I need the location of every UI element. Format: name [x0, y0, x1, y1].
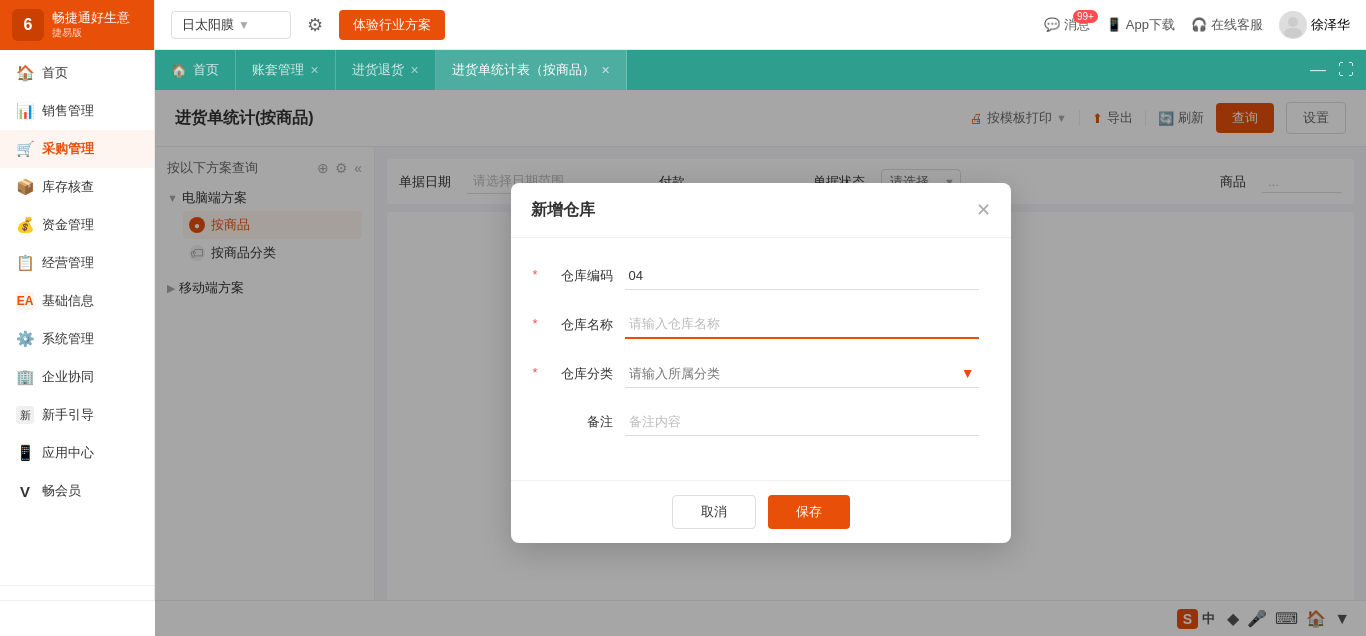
app-logo-text: 畅捷通好生意 捷易版 — [52, 10, 130, 40]
user-info[interactable]: 徐泽华 — [1279, 11, 1350, 39]
sidebar-nav: 🏠 首页 📊 销售管理 🛒 采购管理 📦 库存核查 💰 资金管理 📋 经营管理 … — [0, 50, 154, 585]
app-download-button[interactable]: 📱 App下载 — [1106, 16, 1175, 34]
modal-title: 新增仓库 — [531, 200, 595, 221]
sidebar-item-home[interactable]: 🏠 首页 — [0, 54, 154, 92]
sidebar-item-member[interactable]: V 畅会员 — [0, 472, 154, 510]
name-input[interactable] — [625, 310, 979, 339]
code-label: 仓库编码 — [543, 267, 613, 285]
tab-purchase-return-close-icon[interactable]: ✕ — [410, 64, 419, 77]
system-icon: ⚙️ — [16, 330, 34, 348]
guide-icon: 新 — [16, 406, 34, 424]
code-input[interactable] — [625, 262, 979, 290]
remark-label: 备注 — [543, 413, 613, 431]
gear-button[interactable]: ⚙ — [303, 10, 327, 40]
mobile-icon: 📱 — [1106, 17, 1122, 32]
sidebar-item-sales[interactable]: 📊 销售管理 — [0, 92, 154, 130]
tab-minimize-btn[interactable]: — — [1306, 57, 1330, 83]
topbar: 日太阳膜 ▼ ⚙ 体验行业方案 💬 消息 99+ 📱 App下载 🎧 在线客服 — [155, 0, 1366, 50]
tab-account-close-icon[interactable]: ✕ — [310, 64, 319, 77]
topbar-right: 💬 消息 99+ 📱 App下载 🎧 在线客服 徐泽华 — [1044, 11, 1350, 39]
category-dropdown-icon: ▼ — [961, 365, 975, 381]
modal-close-button[interactable]: ✕ — [976, 199, 991, 221]
sidebar-item-purchase[interactable]: 🛒 采购管理 — [0, 130, 154, 168]
category-input[interactable] — [629, 366, 961, 381]
modal-new-warehouse: 新增仓库 ✕ 仓库编码 仓库名称 仓库分类 — [511, 183, 1011, 543]
content-area: 进货单统计(按商品) 🖨 按模板打印 ▼ ⬆ 导出 🔄 刷新 查询 — [155, 90, 1366, 636]
store-selector[interactable]: 日太阳膜 ▼ — [171, 11, 291, 39]
sidebar-item-guide[interactable]: 新 新手引导 — [0, 396, 154, 434]
form-row-code: 仓库编码 — [543, 262, 979, 290]
category-label: 仓库分类 — [543, 365, 613, 383]
member-icon: V — [16, 482, 34, 500]
svg-point-1 — [1284, 28, 1302, 38]
tab-purchase-stat-close-icon[interactable]: ✕ — [601, 64, 610, 77]
tab-purchase-return[interactable]: 进货退货 ✕ — [336, 50, 436, 90]
message-button[interactable]: 💬 消息 99+ — [1044, 16, 1090, 34]
sales-icon: 📊 — [16, 102, 34, 120]
message-icon: 💬 — [1044, 17, 1060, 32]
sidebar-logo: 6 畅捷通好生意 捷易版 — [0, 0, 154, 50]
tabbar: 🏠 首页 账套管理 ✕ 进货退货 ✕ 进货单统计表（按商品） ✕ — ⛶ — [155, 50, 1366, 90]
tab-home[interactable]: 🏠 首页 — [155, 50, 236, 90]
purchase-icon: 🛒 — [16, 140, 34, 158]
sidebar: 6 畅捷通好生意 捷易版 🏠 首页 📊 销售管理 🛒 采购管理 📦 库存核查 💰… — [0, 0, 155, 636]
tab-account[interactable]: 账套管理 ✕ — [236, 50, 336, 90]
sidebar-item-enterprise[interactable]: 🏢 企业协同 — [0, 358, 154, 396]
enterprise-icon: 🏢 — [16, 368, 34, 386]
sidebar-item-apps[interactable]: 📱 应用中心 — [0, 434, 154, 472]
sidebar-item-operation[interactable]: 📋 经营管理 — [0, 244, 154, 282]
form-row-remark: 备注 — [543, 408, 979, 436]
form-row-category: 仓库分类 ▼ — [543, 359, 979, 388]
home-icon: 🏠 — [16, 64, 34, 82]
tab-maximize-btn[interactable]: ⛶ — [1334, 57, 1358, 83]
app-logo-icon: 6 — [12, 9, 44, 41]
sidebar-item-system[interactable]: ⚙️ 系统管理 — [0, 320, 154, 358]
modal-body: 仓库编码 仓库名称 仓库分类 ▼ — [511, 238, 1011, 480]
tab-purchase-stat[interactable]: 进货单统计表（按商品） ✕ — [436, 50, 627, 90]
modal-footer: 取消 保存 — [511, 480, 1011, 543]
sidebar-item-inventory[interactable]: 📦 库存核查 — [0, 168, 154, 206]
sidebar-item-finance[interactable]: 💰 资金管理 — [0, 206, 154, 244]
online-service-button[interactable]: 🎧 在线客服 — [1191, 16, 1263, 34]
remark-input[interactable] — [625, 408, 979, 436]
headset-icon: 🎧 — [1191, 17, 1207, 32]
modal-header: 新增仓库 ✕ — [511, 183, 1011, 238]
sidebar-item-basic[interactable]: EA 基础信息 — [0, 282, 154, 320]
home-tab-icon: 🏠 — [171, 63, 187, 78]
experience-button[interactable]: 体验行业方案 — [339, 10, 445, 40]
user-avatar — [1279, 11, 1307, 39]
category-select-wrapper[interactable]: ▼ — [625, 359, 979, 388]
finance-icon: 💰 — [16, 216, 34, 234]
inventory-icon: 📦 — [16, 178, 34, 196]
main-area: 日太阳膜 ▼ ⚙ 体验行业方案 💬 消息 99+ 📱 App下载 🎧 在线客服 — [155, 0, 1366, 636]
operation-icon: 📋 — [16, 254, 34, 272]
apps-icon: 📱 — [16, 444, 34, 462]
name-label: 仓库名称 — [543, 316, 613, 334]
save-button[interactable]: 保存 — [768, 495, 850, 529]
message-badge: 99+ — [1073, 10, 1098, 23]
cancel-button[interactable]: 取消 — [672, 495, 756, 529]
basic-icon: EA — [16, 292, 34, 310]
store-chevron-icon: ▼ — [238, 18, 250, 32]
modal-overlay: 新增仓库 ✕ 仓库编码 仓库名称 仓库分类 — [155, 90, 1366, 636]
form-row-name: 仓库名称 — [543, 310, 979, 339]
tabbar-actions: — ⛶ — [1298, 50, 1366, 90]
svg-point-0 — [1288, 17, 1298, 27]
